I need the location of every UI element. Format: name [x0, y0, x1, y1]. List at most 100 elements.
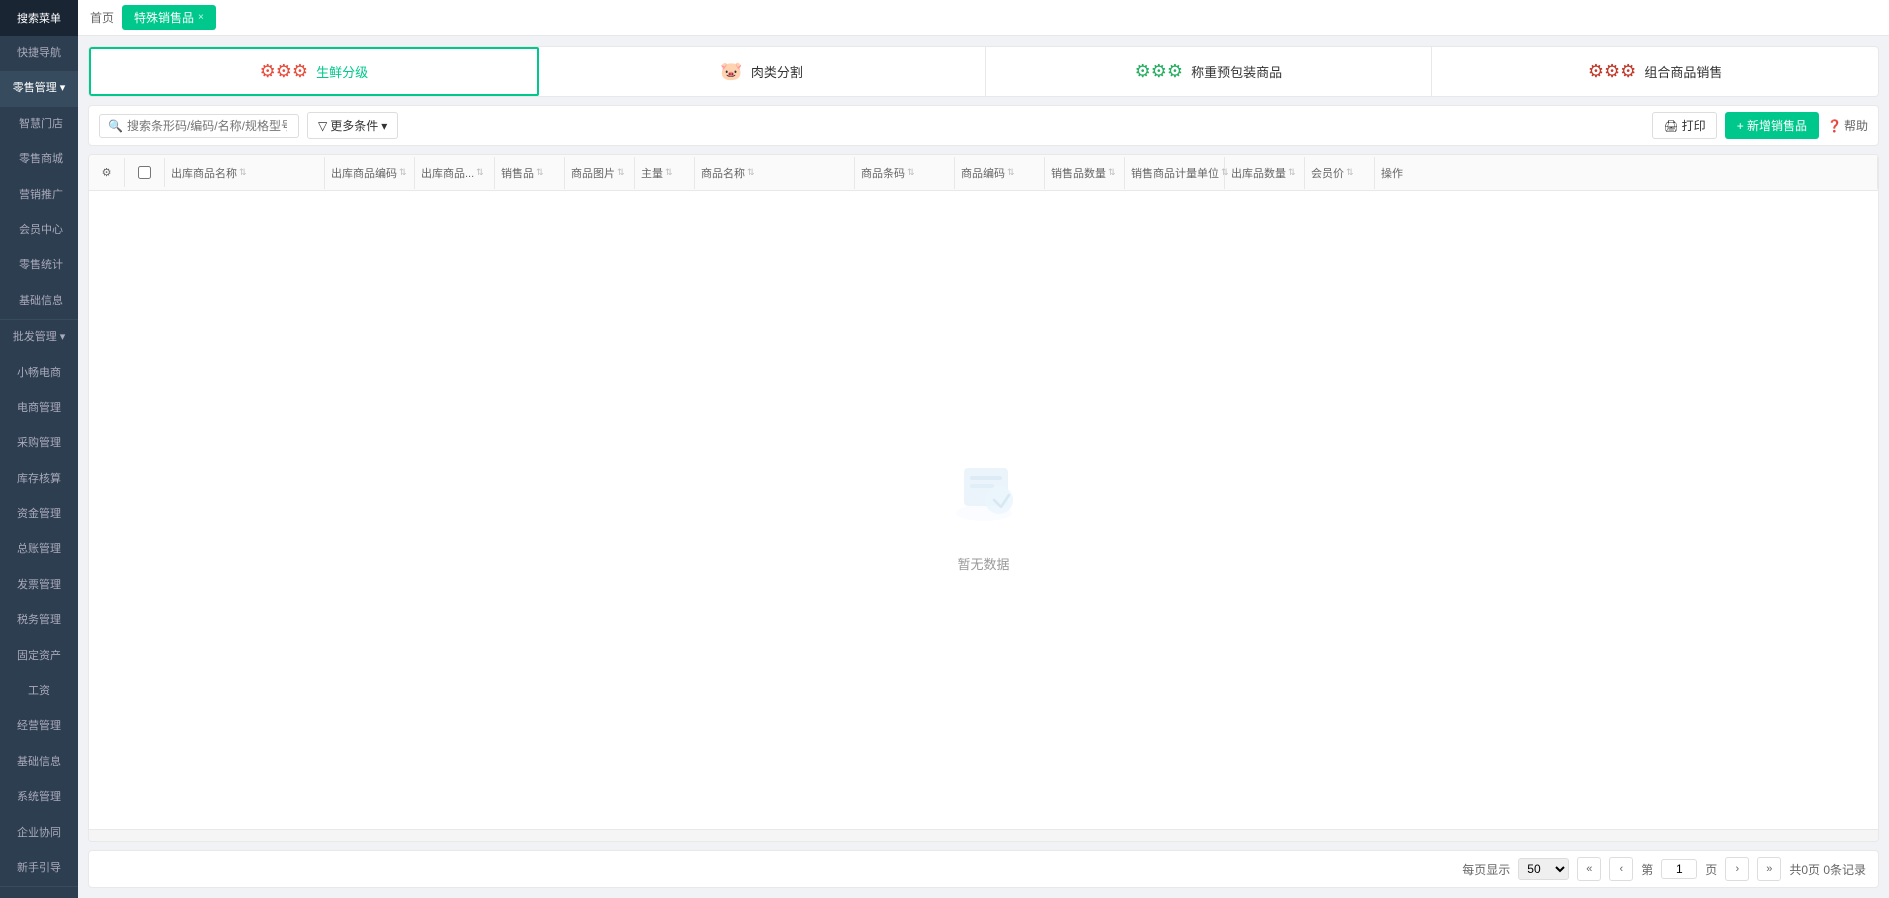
page-area: ⚙⚙⚙ 生鲜分级 🐷 肉类分割 ⚙⚙⚙ 称重预包装商品 ⚙⚙⚙ 组合商品销售 🔍: [78, 36, 1889, 898]
sort-icon-12[interactable]: ⇅: [1288, 167, 1296, 178]
per-page-select[interactable]: 50 10 20 100: [1518, 858, 1569, 880]
sidebar-item-retail-stats[interactable]: 零售统计: [0, 248, 78, 283]
toolbar-right: 🖨 打印 + 新增销售品 ❓ 帮助: [1652, 112, 1868, 139]
page-number-input[interactable]: [1661, 859, 1697, 879]
filter-button[interactable]: ▽ 更多条件 ▾: [307, 112, 398, 139]
sort-icon-4[interactable]: ⇅: [536, 167, 544, 178]
cat-tab-meat-label: 肉类分割: [751, 62, 803, 81]
sidebar-item-operations[interactable]: 经营管理: [0, 709, 78, 744]
pagination-bar: 每页显示 50 10 20 100 « ‹ 第 页 › » 共0页 0条记录: [88, 850, 1879, 888]
prev-page-button[interactable]: ‹: [1609, 857, 1633, 881]
select-all-checkbox[interactable]: [138, 166, 151, 179]
sidebar-item-ledger[interactable]: 总账管理: [0, 532, 78, 567]
th-out-goods-code: 出库商品编码 ⇅: [325, 157, 415, 189]
sort-icon-6[interactable]: ⇅: [665, 167, 673, 178]
cat-tab-combo[interactable]: ⚙⚙⚙ 组合商品销售: [1432, 47, 1878, 96]
th-main-quantity: 主量 ⇅: [635, 157, 695, 189]
sidebar-item-guide[interactable]: 新手引导: [0, 851, 78, 886]
sidebar-item-smart-store[interactable]: 智慧门店: [0, 107, 78, 142]
last-page-button[interactable]: »: [1757, 857, 1781, 881]
table-header: ⚙ 出库商品名称 ⇅ 出库商品编码 ⇅ 出库商品... ⇅ 销售品: [89, 155, 1878, 191]
th-goods-code: 商品编码 ⇅: [955, 157, 1045, 189]
sidebar-item-member[interactable]: 会员中心: [0, 213, 78, 248]
sidebar-item-finance[interactable]: 资金管理: [0, 497, 78, 532]
sidebar-item-system[interactable]: 系统管理: [0, 780, 78, 815]
settings-icon[interactable]: ⚙: [0, 886, 78, 898]
topbar-home[interactable]: 首页: [90, 9, 114, 26]
sort-icon-13[interactable]: ⇅: [1346, 167, 1354, 178]
th-out-qty: 出库品数量 ⇅: [1225, 157, 1305, 189]
sort-icon-7[interactable]: ⇅: [747, 167, 755, 178]
th-checkbox[interactable]: [125, 158, 165, 187]
th-sale-item: 销售品 ⇅: [495, 157, 565, 189]
filter-chevron-icon: ▾: [381, 119, 387, 133]
th-goods-name: 商品名称 ⇅: [695, 157, 855, 189]
th-unit: 销售商品计量单位 ⇅: [1125, 157, 1225, 189]
th-barcode: 商品条码 ⇅: [855, 157, 955, 189]
sidebar-item-ecommerce[interactable]: 小畅电商: [0, 356, 78, 391]
sidebar-item-enterprise[interactable]: 企业协同: [0, 816, 78, 851]
cat-tab-scale[interactable]: ⚙⚙⚙ 称重预包装商品: [986, 47, 1433, 96]
cat-tab-scale-label: 称重预包装商品: [1191, 62, 1282, 81]
cat-tab-combo-label: 组合商品销售: [1644, 62, 1722, 81]
page-label: 第: [1641, 861, 1653, 878]
sort-icon-8[interactable]: ⇅: [907, 167, 915, 178]
category-tabs: ⚙⚙⚙ 生鲜分级 🐷 肉类分割 ⚙⚙⚙ 称重预包装商品 ⚙⚙⚙ 组合商品销售: [88, 46, 1879, 97]
th-setting[interactable]: ⚙: [89, 158, 125, 187]
combo-icon: ⚙⚙⚙: [1588, 61, 1636, 82]
search-input[interactable]: [127, 119, 287, 133]
sidebar: 搜索菜单 快捷导航 零售管理 ▾ 智慧门店 零售商城 营销推广 会员中心 零售统…: [0, 0, 78, 898]
th-sale-qty: 销售品数量 ⇅: [1045, 157, 1125, 189]
fresh-icon: ⚙⚙⚙: [260, 61, 308, 82]
print-button[interactable]: 🖨 打印: [1652, 112, 1716, 139]
tab-close-icon[interactable]: ×: [198, 12, 204, 23]
search-box: 🔍: [99, 114, 299, 138]
sidebar-item-wholesale-mgmt[interactable]: 批发管理 ▾: [0, 320, 78, 355]
sort-icon-1[interactable]: ⇅: [239, 167, 247, 178]
add-sales-item-button[interactable]: + 新增销售品: [1725, 112, 1819, 139]
sidebar-item-basic-info-retail[interactable]: 基础信息: [0, 284, 78, 319]
sidebar-item-retail-mgmt[interactable]: 零售管理 ▾: [0, 71, 78, 106]
horizontal-scrollbar[interactable]: [89, 829, 1878, 841]
first-page-button[interactable]: «: [1577, 857, 1601, 881]
sort-icon-9[interactable]: ⇅: [1007, 167, 1015, 178]
sidebar-item-inventory[interactable]: 库存核算: [0, 462, 78, 497]
sidebar-item-marketing[interactable]: 营销推广: [0, 178, 78, 213]
filter-icon: ▽: [318, 119, 327, 133]
sort-icon-10[interactable]: ⇅: [1108, 167, 1116, 178]
sidebar-item-basic-info[interactable]: 基础信息: [0, 745, 78, 780]
page-label-2: 页: [1705, 861, 1717, 878]
scale-icon: ⚙⚙⚙: [1135, 61, 1183, 82]
cat-tab-fresh[interactable]: ⚙⚙⚙ 生鲜分级: [89, 47, 539, 96]
topbar: 首页 特殊销售品 ×: [78, 0, 1889, 36]
help-button[interactable]: ❓ 帮助: [1827, 117, 1868, 134]
total-count: 共0页 0条记录: [1789, 861, 1866, 878]
empty-text: 暂无数据: [957, 554, 1009, 573]
sort-icon-3[interactable]: ⇅: [476, 167, 484, 178]
topbar-active-tab[interactable]: 特殊销售品 ×: [122, 5, 216, 30]
sort-icon-2[interactable]: ⇅: [399, 167, 407, 178]
next-page-button[interactable]: ›: [1725, 857, 1749, 881]
cat-tab-fresh-label: 生鲜分级: [316, 62, 368, 81]
th-member-price: 会员价 ⇅: [1305, 157, 1375, 189]
sidebar-logo[interactable]: 搜索菜单: [0, 0, 78, 36]
sort-icon-5[interactable]: ⇅: [617, 167, 625, 178]
th-operation: 操作: [1375, 157, 1878, 189]
sidebar-item-quick-nav[interactable]: 快捷导航: [0, 36, 78, 71]
sidebar-item-purchase[interactable]: 采购管理: [0, 426, 78, 461]
th-goods-img: 商品图片 ⇅: [565, 157, 635, 189]
sidebar-item-salary[interactable]: 工资: [0, 674, 78, 709]
th-out-goods-code2: 出库商品... ⇅: [415, 157, 495, 189]
empty-state: 暂无数据: [89, 191, 1878, 829]
toolbar: 🔍 ▽ 更多条件 ▾ 🖨 打印 + 新增销售品 ❓ 帮助: [88, 105, 1879, 146]
per-page-label: 每页显示: [1462, 861, 1510, 878]
sidebar-item-ecommerce-mgmt[interactable]: 电商管理: [0, 391, 78, 426]
search-icon: 🔍: [108, 119, 123, 133]
th-out-goods-name: 出库商品名称 ⇅: [165, 157, 325, 189]
meat-icon: 🐷: [720, 61, 742, 82]
cat-tab-meat[interactable]: 🐷 肉类分割: [539, 47, 986, 96]
sidebar-item-fixed-assets[interactable]: 固定资产: [0, 639, 78, 674]
sidebar-item-tax[interactable]: 税务管理: [0, 603, 78, 638]
sidebar-item-invoice[interactable]: 发票管理: [0, 568, 78, 603]
sidebar-item-retail-mall[interactable]: 零售商城: [0, 142, 78, 177]
